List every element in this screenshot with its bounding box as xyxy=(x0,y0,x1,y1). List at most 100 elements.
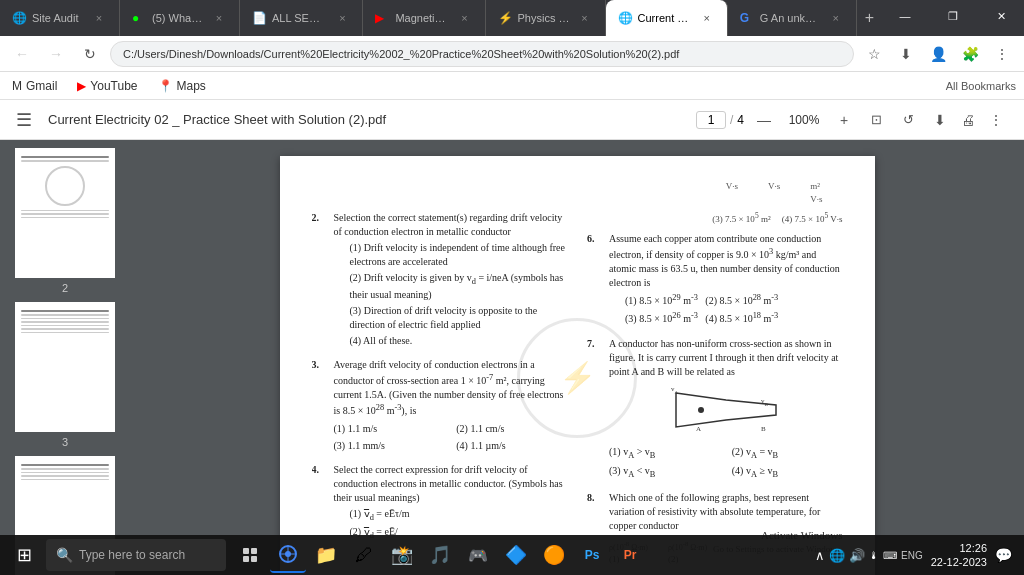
browser-window: 🌐 Site Audit × ● (5) WhatsApp × 📄 ALL SE… xyxy=(0,0,1024,575)
q2-content: Selection the correct statement(s) regar… xyxy=(334,211,568,348)
tab-physics[interactable]: ⚡ Physics Wallah × xyxy=(486,0,606,36)
q6-number: 6. xyxy=(587,232,603,327)
network-icon[interactable]: 🌐 xyxy=(829,548,845,563)
pdf-content[interactable]: ⚡ V·s V·s m²V·s 2. xyxy=(130,140,1024,575)
taskbar-chrome[interactable] xyxy=(270,537,306,573)
pdf-more-button[interactable]: ⋮ xyxy=(984,108,1008,132)
minimize-button[interactable]: — xyxy=(882,0,928,32)
extensions-btn[interactable]: 🧩 xyxy=(956,40,984,68)
tab-seo-notes[interactable]: 📄 ALL SEO NOTES × xyxy=(240,0,363,36)
taskbar-music[interactable]: 🎵 xyxy=(422,537,458,573)
tab-current-close[interactable]: × xyxy=(699,10,715,26)
pdf-page-inner: ⚡ V·s V·s m²V·s 2. xyxy=(312,180,843,575)
volume-icon[interactable]: 🔊 xyxy=(849,548,865,563)
taskbar-pen[interactable]: 🖊 xyxy=(346,537,382,573)
tab-whatsapp-close[interactable]: × xyxy=(211,10,227,26)
battery-icon[interactable]: 🌡 xyxy=(869,550,879,561)
pdf-zoom-out-button[interactable]: — xyxy=(752,108,776,132)
chevron-up-icon[interactable]: ∧ xyxy=(815,548,825,563)
q3-text: Average drift velocity of conduction ele… xyxy=(334,358,568,419)
q2-opt1: (1) Drift velocity is independent of tim… xyxy=(334,241,568,269)
q2-number: 2. xyxy=(312,211,328,348)
pdf-viewer: 2 3 xyxy=(0,140,1024,575)
q7-text: A conductor has non-uniform cross-sectio… xyxy=(609,337,843,379)
tab-site-audit[interactable]: 🌐 Site Audit × xyxy=(0,0,120,36)
tab-unknown-label: G An unknown re... xyxy=(760,12,822,24)
seo-notes-favicon: 📄 xyxy=(252,11,266,25)
taskbar-search[interactable]: 🔍 Type here to search xyxy=(46,539,226,571)
q3-opt4: (4) 1.1 µm/s xyxy=(456,439,567,453)
bookmark-star[interactable]: ☆ xyxy=(860,40,888,68)
pdf-zoom-in-button[interactable]: + xyxy=(832,108,856,132)
taskbar-ps-icon[interactable]: Ps xyxy=(574,537,610,573)
close-button[interactable]: ✕ xyxy=(978,0,1024,32)
rotate-button[interactable]: ↺ xyxy=(896,108,920,132)
more-btn[interactable]: ⋮ xyxy=(988,40,1016,68)
clock-date: 22-12-2023 xyxy=(931,555,987,569)
tab-seo-notes-close[interactable]: × xyxy=(334,10,350,26)
language-icon[interactable]: ENG xyxy=(901,550,923,561)
left-column: 2. Selection the correct statement(s) re… xyxy=(312,211,568,575)
taskbar-game[interactable]: 🎮 xyxy=(460,537,496,573)
bookmark-maps[interactable]: 📍 Maps xyxy=(154,75,210,97)
new-tab-button[interactable]: + xyxy=(857,0,882,36)
q6-opt1: (1) 8.5 × 1029 m-3 (2) 8.5 × 1028 m-3 xyxy=(609,292,843,308)
bookmark-youtube[interactable]: ▶ YouTube xyxy=(73,75,141,97)
youtube-icon: ▶ xyxy=(77,79,86,93)
tab-current-electricity[interactable]: 🌐 Current Electric... × xyxy=(606,0,728,36)
pdf-download-button[interactable]: ⬇ xyxy=(928,108,952,132)
pdf-title: Current Electricity 02 _ Practice Sheet … xyxy=(48,112,688,127)
back-button[interactable]: ← xyxy=(8,40,36,68)
address-input[interactable] xyxy=(110,41,854,67)
pdf-page-input[interactable] xyxy=(696,111,726,129)
svg-text:vA: vA xyxy=(671,385,679,395)
thumb-3-image[interactable] xyxy=(15,302,115,432)
taskbar-task-view[interactable] xyxy=(232,537,268,573)
account-btn[interactable]: 👤 xyxy=(924,40,952,68)
sidebar-toggle-button[interactable]: ☰ xyxy=(16,109,32,131)
tab-magnetic-close[interactable]: × xyxy=(457,10,473,26)
all-bookmarks[interactable]: All Bookmarks xyxy=(946,80,1016,92)
tab-magnetic[interactable]: ▶ Magnetic Effect... × xyxy=(363,0,485,36)
taskbar-photos[interactable]: 📸 xyxy=(384,537,420,573)
reload-button[interactable]: ↻ xyxy=(76,40,104,68)
ans-4: (4) 7.5 × 105 V·s xyxy=(782,214,843,224)
question-6: 6. Assume each copper atom contribute on… xyxy=(587,232,843,327)
zoom-control: 100% xyxy=(784,113,824,127)
notification-icon[interactable]: 💬 xyxy=(995,547,1012,563)
tab-physics-close[interactable]: × xyxy=(577,10,593,26)
zoom-value: 100% xyxy=(784,113,824,127)
thumbnail-3[interactable]: 3 xyxy=(15,302,115,448)
pdf-print-button[interactable]: 🖨 xyxy=(956,108,980,132)
tab-unknown-close[interactable]: × xyxy=(828,10,844,26)
forward-button[interactable]: → xyxy=(42,40,70,68)
svg-rect-6 xyxy=(243,548,249,554)
taskbar-blue-app[interactable]: 🔷 xyxy=(498,537,534,573)
address-actions: ☆ ⬇ 👤 🧩 ⋮ xyxy=(860,40,1016,68)
maps-icon: 📍 xyxy=(158,79,173,93)
q8-text: Which one of the following graphs, best … xyxy=(609,491,843,533)
fit-page-button[interactable]: ⊡ xyxy=(864,108,888,132)
thumb-2-image[interactable] xyxy=(15,148,115,278)
pdf-total-pages: 4 xyxy=(737,113,744,127)
tab-site-audit-close[interactable]: × xyxy=(91,10,107,26)
download-nav-btn[interactable]: ⬇ xyxy=(892,40,920,68)
q2-opt4: (4) All of these. xyxy=(334,334,568,348)
tab-whatsapp[interactable]: ● (5) WhatsApp × xyxy=(120,0,240,36)
units-row: V·s V·s m²V·s xyxy=(312,180,843,205)
q2-opt3: (3) Direction of drift velocity is oppos… xyxy=(334,304,568,332)
restore-button[interactable]: ❐ xyxy=(930,0,976,32)
taskbar-media[interactable]: Pr xyxy=(612,537,648,573)
taskbar-more-apps[interactable]: 🟠 xyxy=(536,537,572,573)
tab-unknown[interactable]: G G An unknown re... × xyxy=(728,0,857,36)
start-button[interactable]: ⊞ xyxy=(4,537,44,573)
taskbar-clock[interactable]: 12:26 22-12-2023 xyxy=(931,541,987,570)
bookmark-gmail[interactable]: M Gmail xyxy=(8,75,61,97)
question-2: 2. Selection the correct statement(s) re… xyxy=(312,211,568,348)
q7-opt3: (3) vA < vB xyxy=(609,464,720,481)
whatsapp-favicon: ● xyxy=(132,11,146,25)
thumbnail-2[interactable]: 2 xyxy=(15,148,115,294)
keyboard-icon[interactable]: ⌨ xyxy=(883,550,897,561)
q4-text: Select the correct expression for drift … xyxy=(334,463,568,505)
taskbar-file-explorer[interactable]: 📁 xyxy=(308,537,344,573)
